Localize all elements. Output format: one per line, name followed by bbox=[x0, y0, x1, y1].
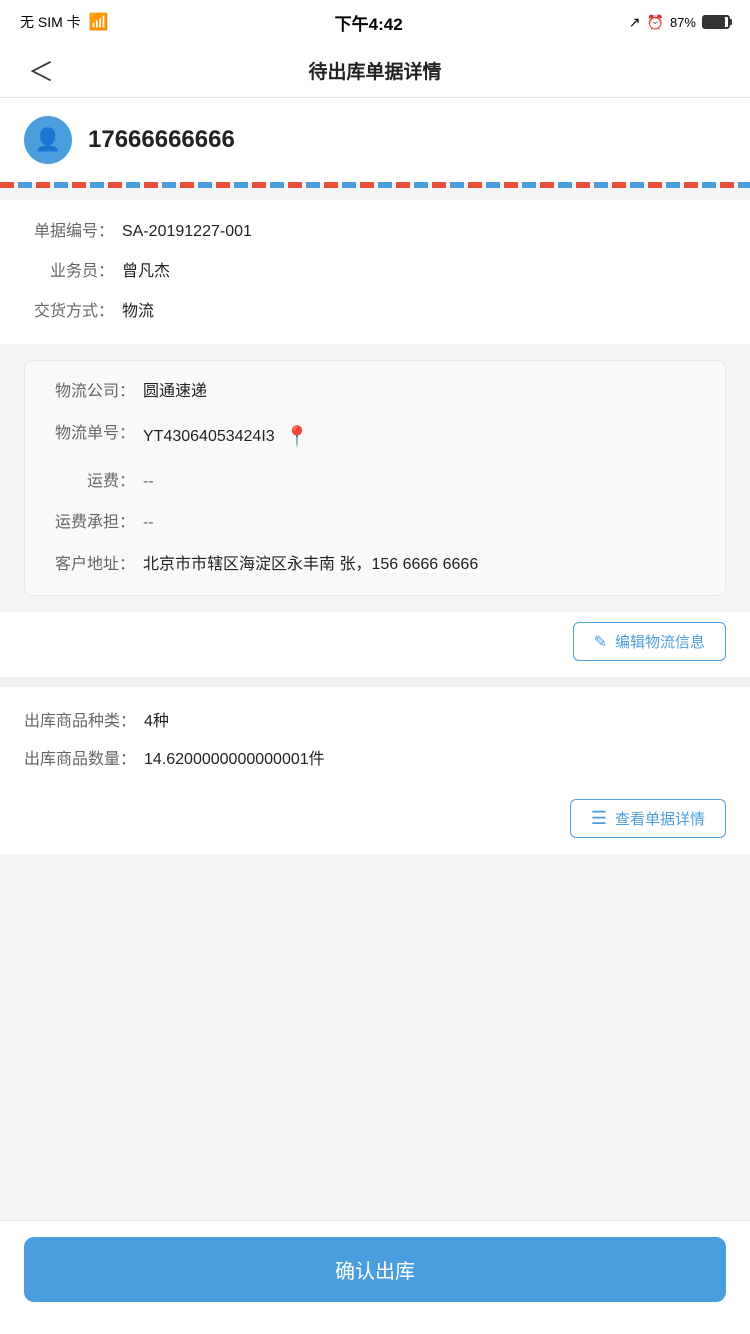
battery-text: 87% bbox=[670, 15, 696, 30]
view-btn-row: ☰ 查看单据详情 bbox=[0, 789, 750, 854]
logistics-card: 物流公司： 圆通速递 物流单号： YT43064053424I3 📍 运费： -… bbox=[24, 360, 726, 596]
tracking-value: YT43064053424I3 📍 bbox=[143, 421, 705, 453]
goods-type-row: 出库商品种类： 4种 bbox=[24, 707, 726, 731]
status-bar: 无 SIM 卡 📶 下午4:42 ↗ ⏰ 87% bbox=[0, 0, 750, 44]
order-no-value: SA-20191227-001 bbox=[122, 220, 726, 244]
order-no-row: 单据编号： SA-20191227-001 bbox=[24, 220, 726, 244]
alarm-icon: ⏰ bbox=[647, 14, 664, 31]
address-row: 客户地址： 北京市市辖区海淀区永丰南 张，156 6666 6666 bbox=[45, 552, 705, 578]
back-button[interactable]: ＜ bbox=[20, 48, 62, 93]
salesperson-row: 业务员： 曾凡杰 bbox=[24, 260, 726, 284]
confirm-btn-wrap: 确认出库 bbox=[0, 1220, 750, 1334]
goods-qty-row: 出库商品数量： 14.6200000000000001件 bbox=[24, 745, 726, 769]
status-right: ↗ ⏰ 87% bbox=[629, 14, 730, 31]
customer-header: 👤 17666666666 bbox=[0, 98, 750, 182]
address-label: 客户地址： bbox=[45, 552, 135, 578]
battery-icon bbox=[702, 15, 730, 29]
company-label: 物流公司： bbox=[45, 379, 135, 405]
order-no-label: 单据编号： bbox=[24, 220, 114, 244]
wifi-icon: 📶 bbox=[89, 12, 109, 32]
bottom-space bbox=[0, 854, 750, 1014]
nav-bar: ＜ 待出库单据详情 bbox=[0, 44, 750, 98]
dashed-divider bbox=[0, 182, 750, 188]
freight-row: 运费： -- bbox=[45, 469, 705, 495]
delivery-row: 交货方式： 物流 bbox=[24, 300, 726, 324]
carrier-text: 无 SIM 卡 bbox=[20, 12, 81, 32]
avatar-icon: 👤 bbox=[34, 127, 61, 153]
goods-qty-value: 14.6200000000000001件 bbox=[144, 745, 325, 769]
freight-bear-value: -- bbox=[143, 510, 705, 536]
address-value: 北京市市辖区海淀区永丰南 张，156 6666 6666 bbox=[143, 552, 705, 578]
status-carrier: 无 SIM 卡 📶 bbox=[20, 12, 109, 32]
confirm-outbound-button[interactable]: 确认出库 bbox=[24, 1237, 726, 1302]
view-details-button[interactable]: ☰ 查看单据详情 bbox=[570, 799, 726, 838]
freight-label: 运费： bbox=[45, 469, 135, 495]
goods-type-label: 出库商品种类： bbox=[24, 707, 136, 731]
location-pin-icon[interactable]: 📍 bbox=[285, 421, 310, 453]
delivery-label: 交货方式： bbox=[24, 300, 114, 324]
avatar: 👤 bbox=[24, 116, 72, 164]
customer-phone: 17666666666 bbox=[88, 126, 235, 154]
salesperson-value: 曾凡杰 bbox=[122, 260, 726, 284]
tracking-row: 物流单号： YT43064053424I3 📍 bbox=[45, 421, 705, 453]
edit-icon: ✎ bbox=[594, 632, 607, 652]
delivery-value: 物流 bbox=[122, 300, 726, 324]
goods-section: 出库商品种类： 4种 出库商品数量： 14.6200000000000001件 bbox=[0, 687, 750, 789]
freight-bear-label: 运费承担： bbox=[45, 510, 135, 536]
order-info-section: 单据编号： SA-20191227-001 业务员： 曾凡杰 交货方式： 物流 bbox=[0, 200, 750, 344]
section-separator bbox=[0, 677, 750, 687]
status-time: 下午4:42 bbox=[335, 10, 403, 35]
list-icon: ☰ bbox=[591, 808, 607, 829]
tracking-label: 物流单号： bbox=[45, 421, 135, 447]
freight-bear-row: 运费承担： -- bbox=[45, 510, 705, 536]
goods-type-value: 4种 bbox=[144, 707, 169, 731]
freight-value: -- bbox=[143, 469, 705, 495]
company-value: 圆通速递 bbox=[143, 379, 705, 405]
page-title: 待出库单据详情 bbox=[308, 57, 441, 84]
salesperson-label: 业务员： bbox=[24, 260, 114, 284]
company-row: 物流公司： 圆通速递 bbox=[45, 379, 705, 405]
location-icon: ↗ bbox=[629, 14, 641, 31]
edit-logistics-button[interactable]: ✎ 编辑物流信息 bbox=[573, 622, 726, 661]
goods-qty-label: 出库商品数量： bbox=[24, 745, 136, 769]
edit-btn-row: ✎ 编辑物流信息 bbox=[0, 612, 750, 677]
